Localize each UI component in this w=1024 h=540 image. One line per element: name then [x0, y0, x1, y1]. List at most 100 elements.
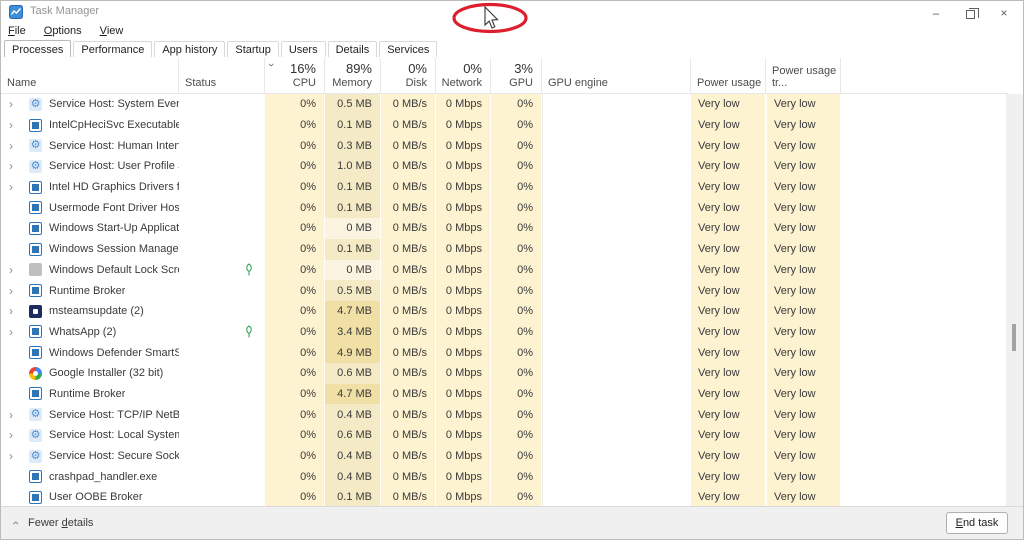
tab-startup[interactable]: Startup: [227, 41, 278, 57]
status-cell: [179, 301, 265, 322]
power-usage-value: Very low: [691, 363, 766, 384]
status-cell: [179, 218, 265, 239]
power-usage-value: Very low: [691, 384, 766, 405]
expand-chevron-icon[interactable]: ›: [9, 263, 23, 277]
expand-chevron-icon[interactable]: ›: [9, 325, 23, 339]
memory-value: 0.6 MB: [325, 425, 381, 446]
disk-value: 0 MB/s: [381, 466, 436, 487]
gpu-total: 3%: [491, 61, 541, 76]
process-row[interactable]: › msteamsupdate (2) 0% 4.7 MB 0 MB/s 0 M…: [1, 301, 1008, 322]
vertical-scrollbar[interactable]: [1006, 94, 1023, 508]
tab-users[interactable]: Users: [281, 41, 326, 57]
cpu-value: 0%: [265, 342, 325, 363]
expand-chevron-icon[interactable]: ›: [9, 139, 23, 153]
process-row[interactable]: › Windows Defender SmartScreen 0% 4.9 MB…: [1, 342, 1008, 363]
column-header-cpu[interactable]: › 16% CPU: [265, 58, 325, 93]
column-header-memory[interactable]: 89% Memory: [325, 58, 381, 93]
process-name-cell: › Service Host: System Event Noti...: [1, 94, 179, 115]
restore-button[interactable]: [953, 1, 987, 25]
minimize-button[interactable]: –: [919, 1, 953, 25]
tab-performance[interactable]: Performance: [73, 41, 152, 57]
cpu-value: 0%: [265, 301, 325, 322]
process-row[interactable]: › Intel HD Graphics Drivers for Wi... 0%…: [1, 177, 1008, 198]
expand-chevron-icon[interactable]: ›: [9, 408, 23, 422]
status-cell: [179, 363, 265, 384]
process-row[interactable]: › Service Host: User Profile Service 0% …: [1, 156, 1008, 177]
process-row[interactable]: › crashpad_handler.exe 0% 0.4 MB 0 MB/s …: [1, 466, 1008, 487]
scrollbar-thumb[interactable]: [1012, 324, 1016, 351]
gpu-value: 0%: [491, 322, 542, 343]
process-row[interactable]: › Usermode Font Driver Host 0% 0.1 MB 0 …: [1, 197, 1008, 218]
app-window-icon: [29, 387, 42, 400]
tab-details[interactable]: Details: [328, 41, 378, 57]
gpu-engine-value: [542, 239, 691, 260]
process-row[interactable]: › Windows Default Lock Screen 0% 0 MB 0 …: [1, 260, 1008, 281]
power-usage-value: Very low: [691, 115, 766, 136]
process-row[interactable]: › Runtime Broker 0% 0.5 MB 0 MB/s 0 Mbps…: [1, 280, 1008, 301]
column-header-network[interactable]: 0% Network: [436, 58, 491, 93]
tab-processes[interactable]: Processes: [4, 40, 71, 57]
process-row[interactable]: › Service Host: System Event Noti... 0% …: [1, 94, 1008, 115]
process-name-cell: › IntelCpHeciSvc Executable: [1, 115, 179, 136]
process-row[interactable]: › Windows Start-Up Application 0% 0 MB 0…: [1, 218, 1008, 239]
process-row[interactable]: › Windows Session Manager 0% 0.1 MB 0 MB…: [1, 239, 1008, 260]
process-name: Runtime Broker: [49, 388, 125, 400]
process-row[interactable]: › Runtime Broker 0% 4.7 MB 0 MB/s 0 Mbps…: [1, 384, 1008, 405]
process-row[interactable]: › Service Host: Human Interface ... 0% 0…: [1, 135, 1008, 156]
column-header-disk[interactable]: 0% Disk: [381, 58, 436, 93]
disk-value: 0 MB/s: [381, 384, 436, 405]
column-header-name[interactable]: Name: [1, 58, 179, 93]
column-header-power-usage-trend[interactable]: Power usage tr...: [766, 58, 841, 93]
menu-view[interactable]: View: [91, 24, 133, 39]
process-name: Windows Defender SmartScreen: [49, 347, 179, 359]
expand-chevron-icon[interactable]: ›: [9, 180, 23, 194]
process-row[interactable]: › WhatsApp (2) 0% 3.4 MB 0 MB/s 0 Mbps 0…: [1, 322, 1008, 343]
column-header-power-usage[interactable]: Power usage: [691, 58, 766, 93]
power-usage-trend-value: Very low: [766, 342, 841, 363]
process-name-cell: › Service Host: User Profile Service: [1, 156, 179, 177]
close-button[interactable]: ×: [987, 1, 1021, 25]
process-name: Service Host: Secure Socket Tun...: [49, 450, 179, 462]
menu-bar: FileOptionsView: [1, 23, 1023, 40]
column-header-gpu-engine[interactable]: GPU engine: [542, 58, 691, 93]
process-name-cell: › crashpad_handler.exe: [1, 466, 179, 487]
process-row[interactable]: › Service Host: TCP/IP NetBIOS H... 0% 0…: [1, 404, 1008, 425]
gpu-value: 0%: [491, 260, 542, 281]
app-window-icon: [29, 346, 42, 359]
process-name: Usermode Font Driver Host: [49, 202, 179, 214]
process-row[interactable]: › Service Host: Secure Socket Tun... 0% …: [1, 446, 1008, 467]
process-name-cell: › Google Installer (32 bit): [1, 363, 179, 384]
expand-chevron-icon[interactable]: ›: [9, 304, 23, 318]
status-cell: [179, 384, 265, 405]
status-cell: [179, 239, 265, 260]
process-name-cell: › Runtime Broker: [1, 384, 179, 405]
expand-chevron-icon[interactable]: ›: [9, 159, 23, 173]
process-row[interactable]: › IntelCpHeciSvc Executable 0% 0.1 MB 0 …: [1, 115, 1008, 136]
expand-chevron-icon[interactable]: ›: [9, 428, 23, 442]
process-row[interactable]: › Google Installer (32 bit) 0% 0.6 MB 0 …: [1, 363, 1008, 384]
service-gear-icon: [29, 408, 42, 421]
expand-chevron-icon[interactable]: ›: [9, 118, 23, 132]
cpu-value: 0%: [265, 177, 325, 198]
network-total: 0%: [436, 61, 490, 76]
expand-chevron-icon[interactable]: ›: [9, 284, 23, 298]
expand-chevron-icon[interactable]: ›: [9, 97, 23, 111]
process-row[interactable]: › Service Host: Local System 0% 0.6 MB 0…: [1, 425, 1008, 446]
process-row[interactable]: › User OOBE Broker 0% 0.1 MB 0 MB/s 0 Mb…: [1, 487, 1008, 508]
gpu-value: 0%: [491, 218, 542, 239]
end-task-button[interactable]: End task: [946, 512, 1008, 534]
column-header-gpu[interactable]: 3% GPU: [491, 58, 542, 93]
process-name-cell: › Intel HD Graphics Drivers for Wi...: [1, 177, 179, 198]
menu-file[interactable]: File: [8, 24, 35, 39]
tab-app-history[interactable]: App history: [154, 41, 225, 57]
process-list: › Service Host: System Event Noti... 0% …: [1, 94, 1008, 508]
power-usage-trend-value: Very low: [766, 94, 841, 115]
memory-value: 0.1 MB: [325, 487, 381, 508]
fewer-details-toggle[interactable]: › Fewer details: [13, 516, 93, 530]
process-name-cell: › User OOBE Broker: [1, 487, 179, 508]
expand-chevron-icon[interactable]: ›: [9, 449, 23, 463]
menu-options[interactable]: Options: [35, 24, 91, 39]
column-header-status[interactable]: Status: [179, 58, 265, 93]
tab-services[interactable]: Services: [379, 41, 437, 57]
network-value: 0 Mbps: [436, 94, 491, 115]
